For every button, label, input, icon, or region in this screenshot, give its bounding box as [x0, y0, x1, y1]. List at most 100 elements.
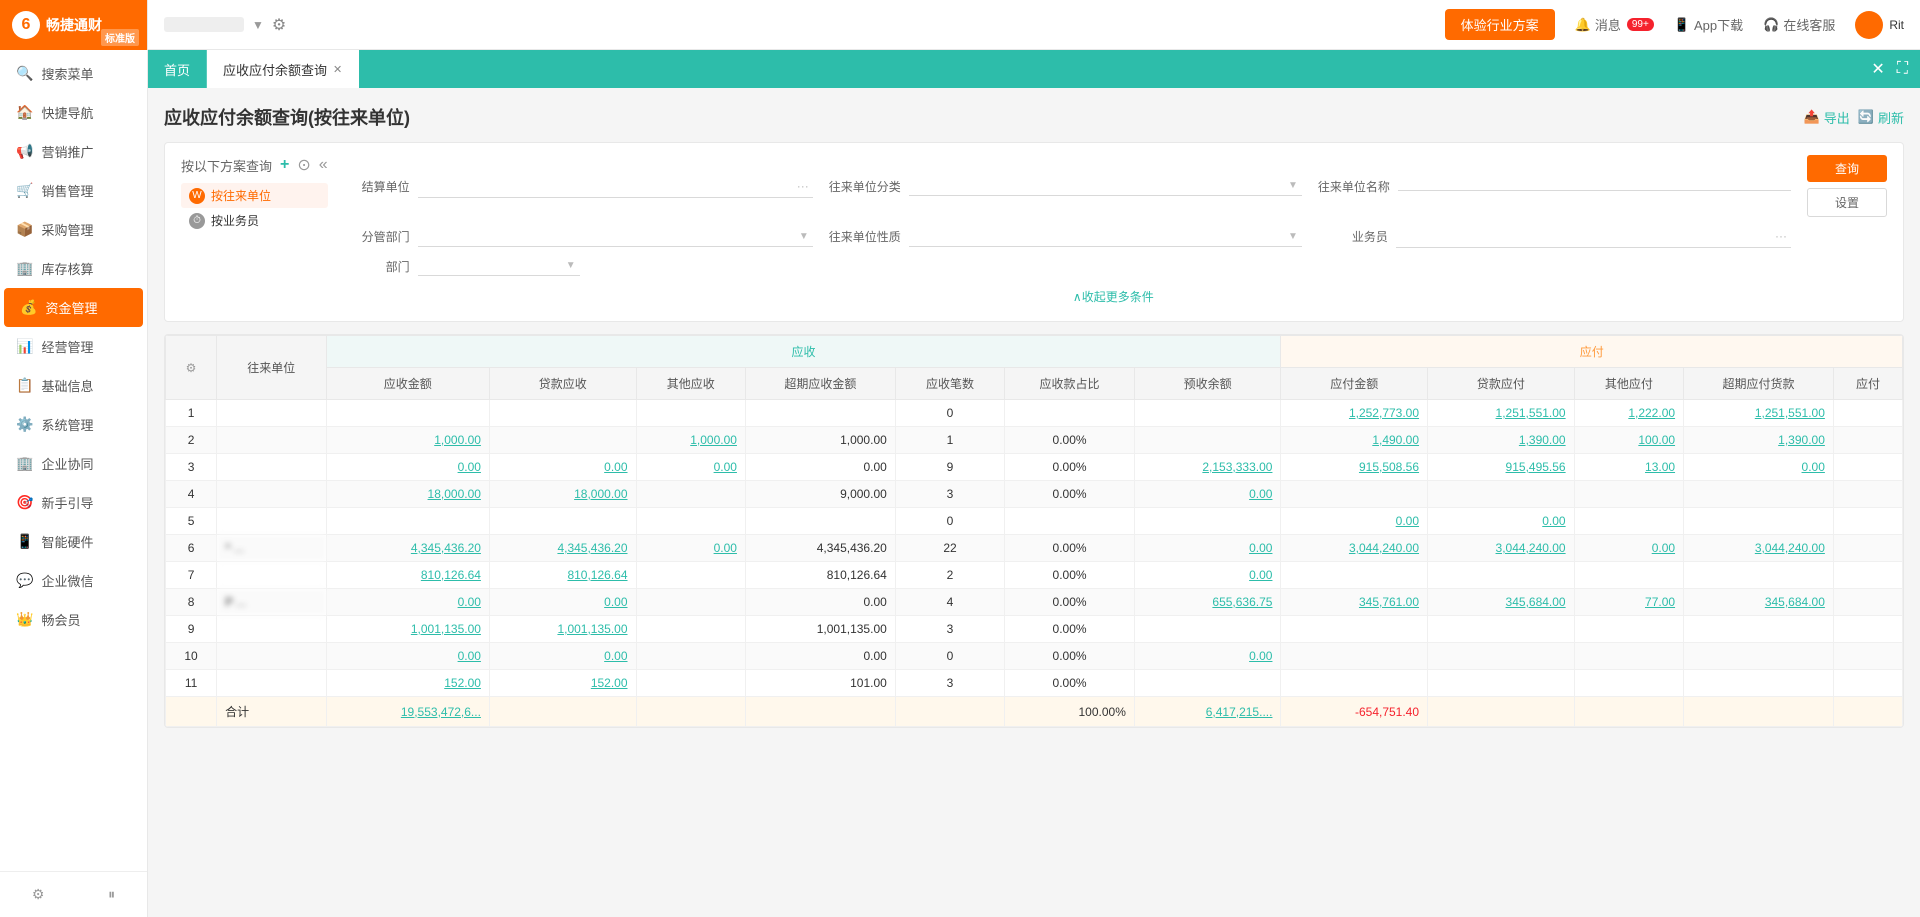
cell-ap-overdue[interactable]: 1,390.00: [1684, 427, 1834, 454]
cell-ap-loan[interactable]: 915,495.56: [1428, 454, 1575, 481]
cell-ar-loan[interactable]: 0.00: [489, 643, 636, 670]
cell-ar-other[interactable]: 1,000.00: [636, 427, 745, 454]
search-settings-btn[interactable]: ⊙: [297, 155, 310, 175]
sidebar-item-hardware[interactable]: 📱 智能硬件: [0, 522, 147, 561]
cell-ar-prepaid[interactable]: 0.00: [1134, 562, 1281, 589]
cell-ar-amount[interactable]: 4,345,436.20: [326, 535, 489, 562]
cell-ap-other[interactable]: 77.00: [1574, 589, 1683, 616]
sidebar-item-finance[interactable]: 💰 资金管理: [4, 288, 143, 327]
query-button[interactable]: 查询: [1807, 155, 1887, 182]
sidebar-item-wechat[interactable]: 💬 企业微信: [0, 561, 147, 600]
cell-ap-other[interactable]: 13.00: [1574, 454, 1683, 481]
cell-ap-loan[interactable]: 1,251,551.00: [1428, 400, 1575, 427]
cell-ar-other[interactable]: 0.00: [636, 535, 745, 562]
cell-ap-amount[interactable]: 1,252,773.00: [1281, 400, 1428, 427]
cell-ar-prepaid[interactable]: 0.00: [1134, 643, 1281, 670]
cell-ar-prepaid[interactable]: 0.00: [1134, 481, 1281, 508]
collapse-btn[interactable]: ∧ 收起更多条件: [340, 284, 1887, 309]
online-service-btn[interactable]: 🎧 在线客服: [1763, 15, 1835, 34]
unit-nature-input[interactable]: ▼: [909, 227, 1302, 247]
cell-ar-loan[interactable]: 18,000.00: [489, 481, 636, 508]
unit-name-input[interactable]: [1398, 182, 1791, 191]
cell-ap-amount[interactable]: 1,490.00: [1281, 427, 1428, 454]
settings-button[interactable]: 设置: [1807, 188, 1887, 217]
sidebar-item-search[interactable]: 🔍 搜索菜单: [0, 54, 147, 93]
scheme-item-by-unit[interactable]: W 按往来单位: [181, 183, 328, 208]
cell-ar-amount[interactable]: 0.00: [326, 454, 489, 481]
cell-ap-overdue[interactable]: 345,684.00: [1684, 589, 1834, 616]
cell-ar-loan[interactable]: 0.00: [489, 454, 636, 481]
cell-ap-amount[interactable]: 0.00: [1281, 508, 1428, 535]
sidebar-settings-btn[interactable]: ⚙: [24, 882, 53, 907]
cell-ap-overdue[interactable]: 1,251,551.00: [1684, 400, 1834, 427]
cell-ap-overdue[interactable]: 3,044,240.00: [1684, 535, 1834, 562]
th-settings[interactable]: ⚙: [166, 336, 217, 400]
sidebar-item-purchase[interactable]: 📦 采购管理: [0, 210, 147, 249]
tab-close-icon[interactable]: ✕: [333, 63, 342, 76]
notification-btn[interactable]: 🔔 消息 99+: [1575, 15, 1654, 34]
cell-ar-amount[interactable]: 152.00: [326, 670, 489, 697]
sidebar-item-marketing[interactable]: 📢 营销推广: [0, 132, 147, 171]
tab-home[interactable]: 首页: [148, 50, 207, 88]
settlement-input[interactable]: ···: [418, 175, 813, 198]
cell-ap-other[interactable]: 0.00: [1574, 535, 1683, 562]
cell-ap-amount[interactable]: 915,508.56: [1281, 454, 1428, 481]
cell-ar-loan[interactable]: 810,126.64: [489, 562, 636, 589]
sidebar-collapse-btn[interactable]: ⏸: [100, 882, 123, 907]
cell-ar-amount[interactable]: 18,000.00: [326, 481, 489, 508]
cell-ap-tail: [1833, 670, 1902, 697]
sidebar-item-enterprise[interactable]: 🏢 企业协同: [0, 444, 147, 483]
chevron-down-icon[interactable]: ▼: [252, 18, 264, 32]
cell-ap-overdue[interactable]: 0.00: [1684, 454, 1834, 481]
cell-ap-amount[interactable]: 3,044,240.00: [1281, 535, 1428, 562]
user-avatar-box[interactable]: Rit: [1855, 11, 1904, 39]
footer-ar-other: [636, 697, 745, 727]
sidebar-item-basic-info[interactable]: 📋 基础信息: [0, 366, 147, 405]
cell-ar-amount[interactable]: 1,001,135.00: [326, 616, 489, 643]
cell-ap-other[interactable]: 100.00: [1574, 427, 1683, 454]
cell-ar-loan[interactable]: 4,345,436.20: [489, 535, 636, 562]
cell-ar-amount[interactable]: 0.00: [326, 643, 489, 670]
cell-ar-amount[interactable]: 0.00: [326, 589, 489, 616]
cell-ar-amount[interactable]: 1,000.00: [326, 427, 489, 454]
tab-ar-ap[interactable]: 应收应付余额查询 ✕: [207, 50, 359, 88]
cell-ar-loan[interactable]: 0.00: [489, 589, 636, 616]
sidebar-item-sales[interactable]: 🛒 销售管理: [0, 171, 147, 210]
sidebar-item-system[interactable]: ⚙️ 系统管理: [0, 405, 147, 444]
unit-category-input[interactable]: ▼: [909, 176, 1302, 196]
cell-ar-loan[interactable]: 1,001,135.00: [489, 616, 636, 643]
footer-ar-prepaid[interactable]: 6,417,215....: [1134, 697, 1281, 727]
cell-ap-loan[interactable]: 345,684.00: [1428, 589, 1575, 616]
cell-ap-loan[interactable]: 3,044,240.00: [1428, 535, 1575, 562]
refresh-button[interactable]: 🔄 刷新: [1858, 108, 1904, 127]
cell-ar-amount[interactable]: 810,126.64: [326, 562, 489, 589]
export-button[interactable]: 📤 导出: [1804, 108, 1850, 127]
avatar: [1855, 11, 1883, 39]
footer-ar-amount[interactable]: 19,553,472,6...: [326, 697, 489, 727]
cell-ar-other[interactable]: 0.00: [636, 454, 745, 481]
sidebar-item-operations[interactable]: 📊 经营管理: [0, 327, 147, 366]
cell-ar-prepaid[interactable]: 0.00: [1134, 535, 1281, 562]
salesman-input[interactable]: ···: [1396, 225, 1791, 248]
cell-ap-amount[interactable]: 345,761.00: [1281, 589, 1428, 616]
cell-ap-other[interactable]: 1,222.00: [1574, 400, 1683, 427]
tab-close-window-icon[interactable]: ✕: [1871, 59, 1884, 79]
search-add-btn[interactable]: +: [280, 156, 289, 174]
search-expand-btn[interactable]: «: [319, 156, 328, 174]
cell-ar-prepaid[interactable]: 2,153,333.00: [1134, 454, 1281, 481]
sidebar-item-member[interactable]: 👑 畅会员: [0, 600, 147, 639]
gear-icon[interactable]: ⚙: [272, 15, 286, 35]
sidebar-item-quick-nav[interactable]: 🏠 快捷导航: [0, 93, 147, 132]
cell-ar-loan[interactable]: 152.00: [489, 670, 636, 697]
promo-button[interactable]: 体验行业方案: [1445, 9, 1555, 40]
cell-ap-loan[interactable]: 0.00: [1428, 508, 1575, 535]
dept-input[interactable]: ▼: [418, 227, 813, 247]
sidebar-item-inventory[interactable]: 🏢 库存核算: [0, 249, 147, 288]
department-input[interactable]: ▼: [418, 256, 580, 276]
cell-ar-prepaid[interactable]: 655,636.75: [1134, 589, 1281, 616]
app-download-btn[interactable]: 📱 App下载: [1674, 15, 1743, 34]
cell-ap-loan[interactable]: 1,390.00: [1428, 427, 1575, 454]
tab-maximize-icon[interactable]: ⛶: [1897, 60, 1908, 78]
scheme-item-by-staff[interactable]: ⏱ 按业务员: [181, 208, 328, 233]
sidebar-item-guide[interactable]: 🎯 新手引导: [0, 483, 147, 522]
